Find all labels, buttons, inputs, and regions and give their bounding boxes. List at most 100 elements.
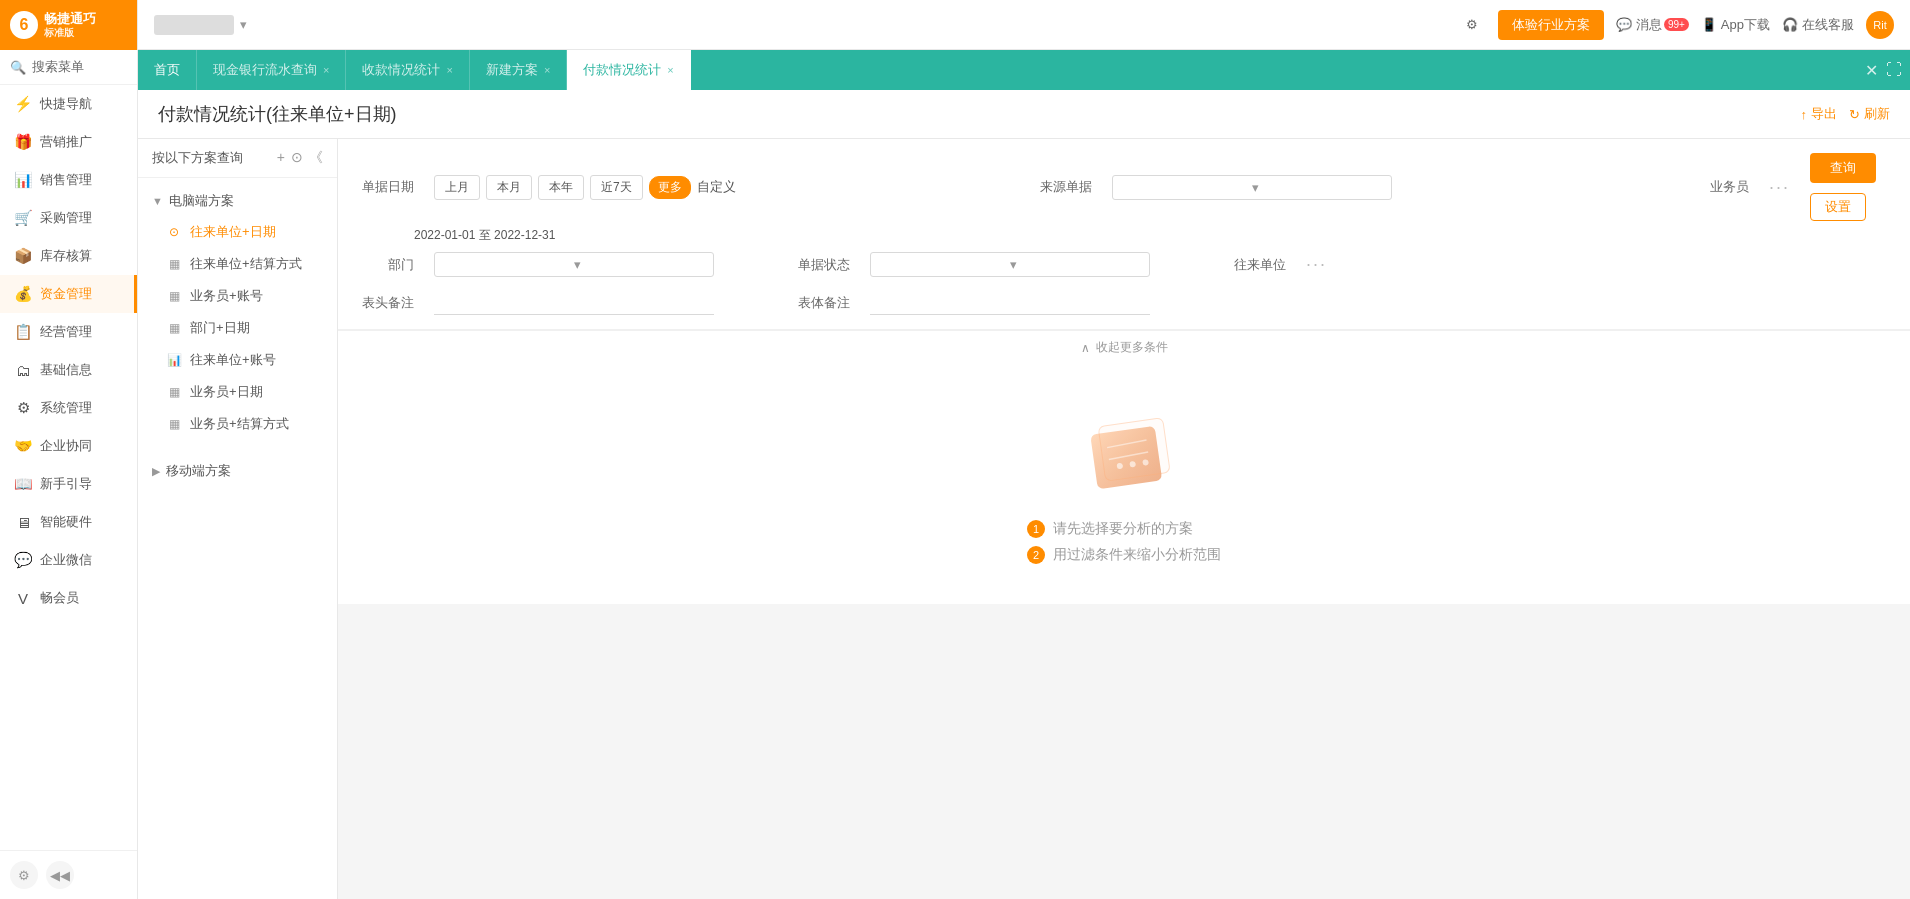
tab-bank-flow[interactable]: 现金银行流水查询 × [197,50,346,90]
user-avatar[interactable]: Rit [1866,11,1894,39]
scheme-item-unit-payment[interactable]: ▦ 往来单位+结算方式 [138,248,337,280]
inventory-icon: 📦 [14,247,32,265]
custom-label[interactable]: 自定义 [697,178,736,196]
app-icon: 📱 [1701,17,1717,32]
online-service-btn[interactable]: 🎧 在线客服 [1782,16,1854,34]
scheme-item-staff-account[interactable]: ▦ 业务员+账号 [138,280,337,312]
date-label: 单据日期 [358,178,414,196]
doc-status-select[interactable]: ▾ [870,252,1150,277]
header-note-input[interactable] [434,291,714,315]
scheme-panel-icons: + ⊙ 《 [277,149,323,167]
sidebar-item-basic[interactable]: 🗂 基础信息 [0,351,137,389]
pc-scheme-group-title[interactable]: ▼ 电脑端方案 [138,186,337,216]
topbar-gear-btn[interactable]: ⚙ [1458,11,1486,39]
sidebar-collapse-btn[interactable]: ◀◀ [46,861,74,889]
export-btn[interactable]: ↑ 导出 [1801,105,1838,123]
search-label: 搜索菜单 [32,58,84,76]
step-1-text: 请先选择要分析的方案 [1053,520,1193,538]
empty-step-2: 2 用过滤条件来缩小分析范围 [1027,546,1221,564]
sidebar-item-hardware[interactable]: 🖥 智能硬件 [0,503,137,541]
date-btn-this-year[interactable]: 本年 [538,175,584,200]
tab-close-icon[interactable]: × [667,64,673,76]
sidebar-item-label: 快捷导航 [40,95,92,113]
tab-label: 现金银行流水查询 [213,61,317,79]
dept-select[interactable]: ▾ [434,252,714,277]
sidebar-item-guide[interactable]: 📖 新手引导 [0,465,137,503]
source-dropdown-icon: ▾ [1252,180,1383,195]
scheme-item-icon: ▦ [166,320,182,336]
filter-form: 单据日期 上月 本月 本年 近7天 更多 自定义 来源单据 [338,139,1910,330]
date-range-row: 2022-01-01 至 2022-12-31 [358,227,1890,244]
sidebar-nav: ⚡ 快捷导航 🎁 营销推广 📊 销售管理 🛒 采购管理 📦 库存核算 💰 资金管… [0,85,137,850]
tab-close-icon[interactable]: × [446,64,452,76]
scheme-item-dept-date[interactable]: ▦ 部门+日期 [138,312,337,344]
refresh-icon: ↻ [1849,107,1860,122]
sidebar-item-label: 库存核算 [40,247,92,265]
message-label: 消息 [1636,16,1662,34]
trial-btn[interactable]: 体验行业方案 [1498,10,1604,40]
pc-group-label: 电脑端方案 [169,192,234,210]
body-note-input[interactable] [870,291,1150,315]
sidebar-item-inventory[interactable]: 📦 库存核算 [0,237,137,275]
tab-close-icon[interactable]: × [323,64,329,76]
sidebar: 6 畅捷通巧 标准版 🔍 搜索菜单 ⚡ 快捷导航 🎁 营销推广 📊 销售管理 🛒… [0,0,138,899]
scheme-settings-icon[interactable]: ⊙ [291,149,303,167]
add-scheme-icon[interactable]: + [277,149,285,167]
sidebar-item-marketing[interactable]: 🎁 营销推广 [0,123,137,161]
scheme-item-staff-payment[interactable]: ▦ 业务员+结算方式 [138,408,337,440]
partner-input[interactable]: ··· [1306,254,1327,275]
date-btn-7days[interactable]: 近7天 [590,175,643,200]
scheme-item-unit-date[interactable]: ⊙ 往来单位+日期 [138,216,337,248]
sidebar-logo: 6 畅捷通巧 标准版 [0,0,137,50]
export-label: 导出 [1811,105,1837,123]
date-btn-this-month[interactable]: 本月 [486,175,532,200]
source-select[interactable]: ▾ [1112,175,1392,200]
doc-status-dropdown-icon: ▾ [1010,257,1141,272]
tabs-close-all-icon[interactable]: ✕ [1865,61,1878,80]
system-icon: ⚙ [14,399,32,417]
sidebar-item-label: 销售管理 [40,171,92,189]
scheme-collapse-icon[interactable]: 《 [309,149,323,167]
collapse-more-btn[interactable]: ∧ 收起更多条件 [338,330,1910,364]
sidebar-item-purchase[interactable]: 🛒 采购管理 [0,199,137,237]
page-title: 付款情况统计(往来单位+日期) [158,102,397,126]
dept-label: 部门 [358,256,414,274]
date-btn-more[interactable]: 更多 [649,176,691,199]
export-icon: ↑ [1801,107,1808,122]
sidebar-settings-btn[interactable]: ⚙ [10,861,38,889]
refresh-btn[interactable]: ↻ 刷新 [1849,105,1890,123]
tab-label: 首页 [154,61,180,79]
app-label: App下载 [1721,16,1770,34]
sidebar-item-wechat[interactable]: 💬 企业微信 [0,541,137,579]
settings-btn[interactable]: 设置 [1810,193,1866,221]
content-area: 按以下方案查询 + ⊙ 《 ▼ 电脑端方案 ⊙ 往来单位+日期 ▦ [138,139,1910,899]
settings-icon: ⚙ [18,868,30,883]
scheme-item-staff-date[interactable]: ▦ 业务员+日期 [138,376,337,408]
tab-new-scheme[interactable]: 新建方案 × [470,50,567,90]
message-btn[interactable]: 💬 消息 99+ [1616,16,1689,34]
search-menu[interactable]: 🔍 搜索菜单 [0,50,137,85]
sidebar-item-operation[interactable]: 📋 经营管理 [0,313,137,351]
main-area: ▾ ⚙ 体验行业方案 💬 消息 99+ 📱 App下载 🎧 在线客服 Rit 首… [138,0,1910,899]
scheme-item-icon: ▦ [166,256,182,272]
tab-home[interactable]: 首页 [138,50,197,90]
tabs-maximize-icon[interactable]: ⛶ [1886,61,1902,79]
sidebar-item-system[interactable]: ⚙ 系统管理 [0,389,137,427]
tab-close-icon[interactable]: × [544,64,550,76]
scheme-panel: 按以下方案查询 + ⊙ 《 ▼ 电脑端方案 ⊙ 往来单位+日期 ▦ [138,139,338,899]
tab-receipts[interactable]: 收款情况统计 × [346,50,469,90]
sidebar-item-enterprise[interactable]: 🤝 企业协同 [0,427,137,465]
date-btn-last-month[interactable]: 上月 [434,175,480,200]
staff-input[interactable]: ··· [1769,177,1790,198]
notification-badge: 99+ [1664,18,1689,31]
scheme-item-icon: ▦ [166,384,182,400]
sidebar-item-member[interactable]: V 畅会员 [0,579,137,617]
tab-payments[interactable]: 付款情况统计 × [567,50,690,90]
mobile-scheme-group-title[interactable]: ▶ 移动端方案 [138,456,337,486]
app-download-btn[interactable]: 📱 App下载 [1701,16,1770,34]
sidebar-item-quick-nav[interactable]: ⚡ 快捷导航 [0,85,137,123]
query-btn[interactable]: 查询 [1810,153,1876,183]
sidebar-item-sales[interactable]: 📊 销售管理 [0,161,137,199]
sidebar-item-finance[interactable]: 💰 资金管理 [0,275,137,313]
scheme-item-unit-account[interactable]: 📊 往来单位+账号 [138,344,337,376]
